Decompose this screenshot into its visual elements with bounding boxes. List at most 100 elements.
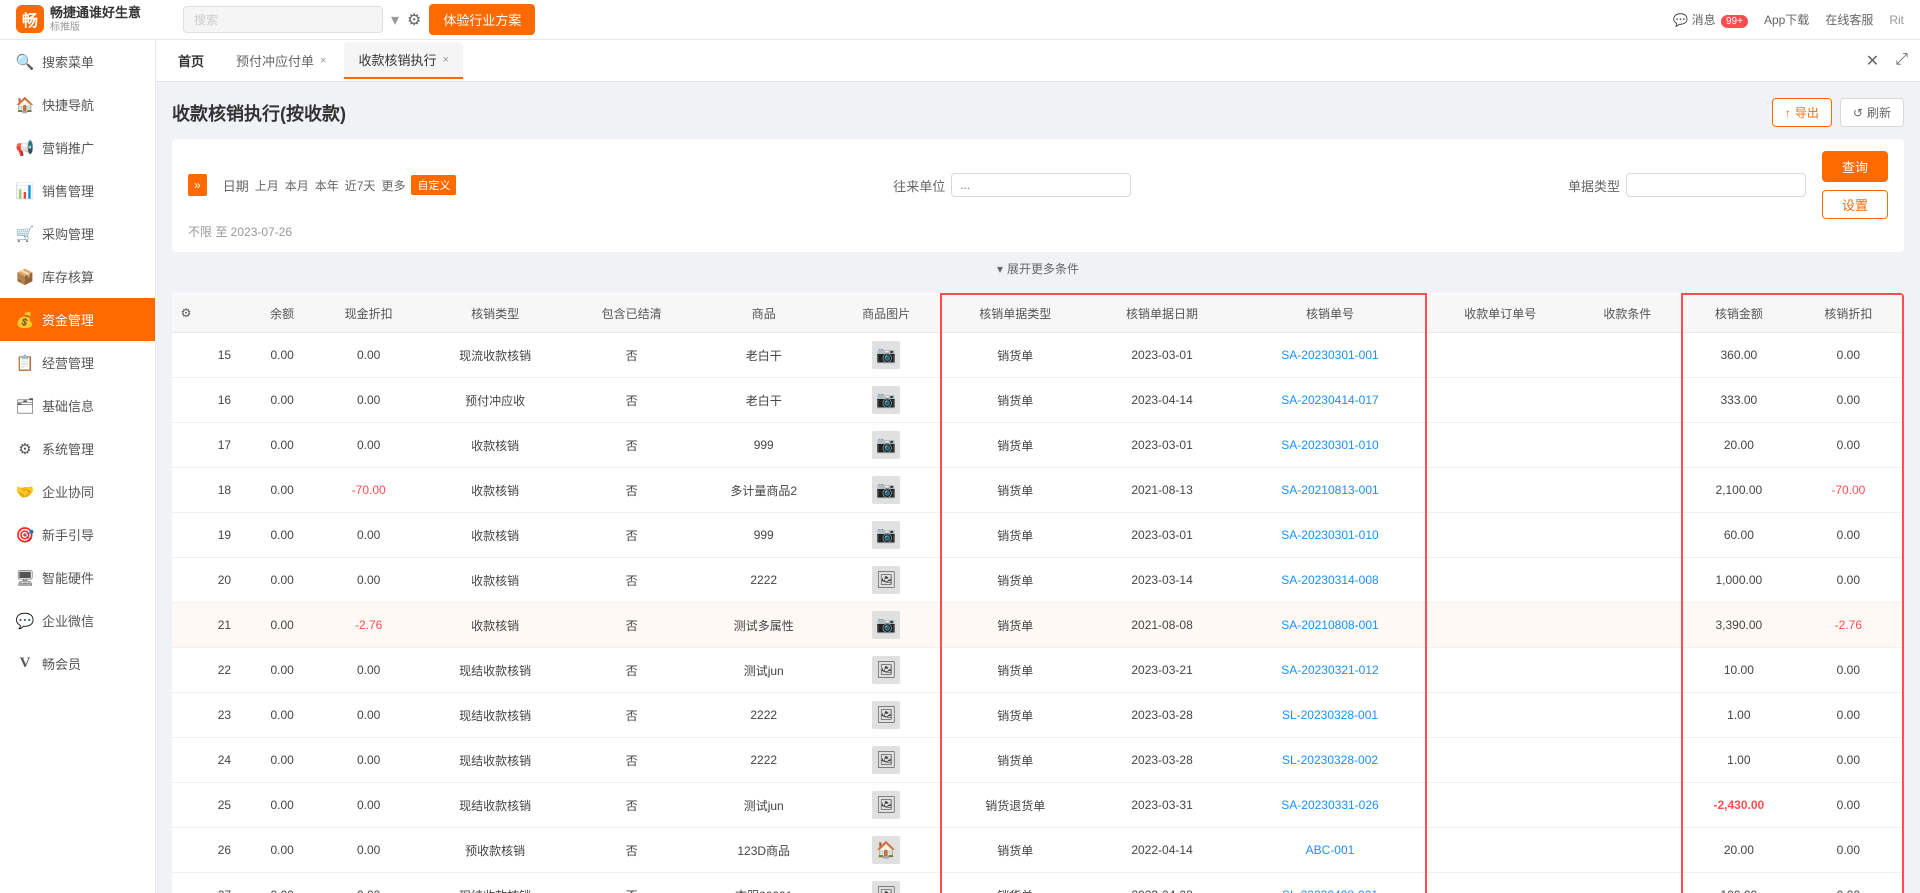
expand-more-btn[interactable]: ▾ 展开更多条件 <box>997 260 1079 277</box>
partner-input[interactable] <box>951 173 1131 197</box>
cell-included-settled: 否 <box>568 738 695 783</box>
logo-area: 畅 畅捷通谁好生意 标推版 <box>16 5 171 35</box>
sidebar-item-search[interactable]: 🔍 搜索菜单 <box>0 40 155 83</box>
tab-prepaid[interactable]: 预付冲应付单 × <box>222 43 340 78</box>
expand-chevron: ▾ <box>997 262 1003 276</box>
sidebar-item-sales[interactable]: 📊 销售管理 <box>0 169 155 212</box>
dropdown-icon[interactable]: ▾ <box>391 10 399 30</box>
doctype-select[interactable] <box>1626 173 1806 197</box>
cell-bill-date: 2021-08-13 <box>1089 468 1235 513</box>
table-row: 20 0.00 0.00 收款核销 否 2222 🖼 销货单 2023-03-1… <box>172 558 1903 603</box>
search-box[interactable]: 搜索 <box>183 6 383 33</box>
cell-receipt-condition <box>1574 828 1682 873</box>
cell-bill-no[interactable]: SL-20230328-002 <box>1235 738 1425 783</box>
cell-bill-type: 销货单 <box>941 873 1089 893</box>
cell-receipt-condition <box>1574 783 1682 828</box>
cell-bill-no[interactable]: SA-20210813-001 <box>1235 468 1425 513</box>
sidebar-item-guide[interactable]: 🎯 新手引导 <box>0 513 155 556</box>
sidebar-item-member[interactable]: V 畅会员 <box>0 642 155 685</box>
cell-bill-no[interactable]: SA-20230314-008 <box>1235 558 1425 603</box>
tab-writeoff-close[interactable]: × <box>442 54 448 66</box>
sidebar-item-basic[interactable]: 🗂 基础信息 <box>0 384 155 427</box>
tab-prepaid-close[interactable]: × <box>320 55 326 67</box>
query-button[interactable]: 查询 <box>1822 151 1888 182</box>
cell-receipt-order <box>1426 693 1574 738</box>
cell-writeoff-discount: 0.00 <box>1795 783 1903 828</box>
cell-bill-no[interactable]: ABC-001 <box>1235 828 1425 873</box>
sidebar-label-wechat: 企业微信 <box>42 611 94 630</box>
cell-writeoff-type: 现流收款核销 <box>422 333 568 378</box>
table-row: 24 0.00 0.00 现结收款核销 否 2222 🖼 销货单 2023-03… <box>172 738 1903 783</box>
tab-home[interactable]: 首页 <box>164 43 218 78</box>
cell-receipt-order <box>1426 423 1574 468</box>
sidebar-item-wechat[interactable]: 💬 企业微信 <box>0 599 155 642</box>
cell-seq: 18 <box>200 468 249 513</box>
refresh-button[interactable]: ↺ 刷新 <box>1840 98 1904 127</box>
cell-bill-no[interactable]: SL-20230408-001 <box>1235 873 1425 893</box>
table-row: 18 0.00 -70.00 收款核销 否 多计量商品2 📷 销货单 2021-… <box>172 468 1903 513</box>
cell-seq: 19 <box>200 513 249 558</box>
date-option-last-month[interactable]: 上月 <box>255 177 279 194</box>
cell-writeoff-discount: 0.00 <box>1795 693 1903 738</box>
cell-settings <box>172 693 200 738</box>
cell-bill-no[interactable]: SA-20230414-017 <box>1235 378 1425 423</box>
tab-fullscreen[interactable]: ⤢ <box>1891 47 1912 75</box>
filter-expand-arrow[interactable]: » <box>188 174 207 196</box>
inventory-icon: 📦 <box>16 268 34 286</box>
export-button[interactable]: ↑ 导出 <box>1772 98 1832 127</box>
online-service[interactable]: 在线客服 <box>1825 11 1873 28</box>
message-area[interactable]: 💬 消息 99+ <box>1673 11 1748 28</box>
cell-product: 老白干 <box>695 333 833 378</box>
setting-button[interactable]: 设置 <box>1822 190 1888 219</box>
app-download[interactable]: App下载 <box>1764 11 1809 28</box>
cell-bill-type: 销货单 <box>941 693 1089 738</box>
th-settings[interactable]: ⚙ <box>172 294 200 333</box>
tab-window-close[interactable]: ✕ <box>1862 47 1883 75</box>
sidebar-item-operations[interactable]: 📋 经营管理 <box>0 341 155 384</box>
date-custom-button[interactable]: 自定义 <box>411 175 456 195</box>
page-title: 收款核销执行(按收款) <box>172 100 346 126</box>
cell-included-settled: 否 <box>568 693 695 738</box>
cell-settings <box>172 783 200 828</box>
cell-bill-no[interactable]: SA-20210808-001 <box>1235 603 1425 648</box>
cell-product: 2222 <box>695 738 833 783</box>
cell-product-img: 🖼 <box>833 693 941 738</box>
date-option-this-year[interactable]: 本年 <box>315 177 339 194</box>
date-option-more[interactable]: 更多 <box>381 177 405 194</box>
sidebar-item-purchase[interactable]: 🛒 采购管理 <box>0 212 155 255</box>
cell-receipt-order <box>1426 333 1574 378</box>
cell-product: 测试jun <box>695 783 833 828</box>
cell-bill-no[interactable]: SL-20230328-001 <box>1235 693 1425 738</box>
cell-product-img: 📷 <box>833 603 941 648</box>
cell-bill-no[interactable]: SA-20230301-001 <box>1235 333 1425 378</box>
date-option-7days[interactable]: 近7天 <box>345 177 376 194</box>
sidebar-item-marketing[interactable]: 📢 营销推广 <box>0 126 155 169</box>
cell-bill-no[interactable]: SA-20230331-026 <box>1235 783 1425 828</box>
cell-bill-date: 2023-03-31 <box>1089 783 1235 828</box>
cell-bill-type: 销货单 <box>941 513 1089 558</box>
cell-settings <box>172 378 200 423</box>
sidebar-item-inventory[interactable]: 📦 库存核算 <box>0 255 155 298</box>
cell-receipt-order <box>1426 378 1574 423</box>
th-writeoff-amount: 核销金额 <box>1682 294 1795 333</box>
sidebar-item-system[interactable]: ⚙ 系统管理 <box>0 427 155 470</box>
cell-bill-no[interactable]: SA-20230301-010 <box>1235 513 1425 558</box>
cell-writeoff-type: 收款核销 <box>422 513 568 558</box>
th-writeoff-type: 核销类型 <box>422 294 568 333</box>
cell-bill-type: 销货单 <box>941 333 1089 378</box>
tab-writeoff[interactable]: 收款核销执行 × <box>344 42 462 79</box>
solution-button[interactable]: 体验行业方案 <box>429 4 535 35</box>
cell-writeoff-discount: 0.00 <box>1795 423 1903 468</box>
cell-balance: 0.00 <box>249 513 316 558</box>
sidebar-item-nav[interactable]: 🏠 快捷导航 <box>0 83 155 126</box>
sidebar-item-collab[interactable]: 🤝 企业协同 <box>0 470 155 513</box>
date-option-this-month[interactable]: 本月 <box>285 177 309 194</box>
sidebar-item-finance[interactable]: 💰 资金管理 <box>0 298 155 341</box>
sidebar-item-hardware[interactable]: 🖥 智能硬件 <box>0 556 155 599</box>
cell-bill-no[interactable]: SA-20230301-010 <box>1235 423 1425 468</box>
cell-writeoff-discount: 0.00 <box>1795 333 1903 378</box>
cell-writeoff-amount: 20.00 <box>1682 423 1795 468</box>
cell-bill-no[interactable]: SA-20230321-012 <box>1235 648 1425 693</box>
tabs-right: ✕ ⤢ <box>1862 47 1912 75</box>
settings-icon[interactable]: ⚙ <box>407 10 421 30</box>
